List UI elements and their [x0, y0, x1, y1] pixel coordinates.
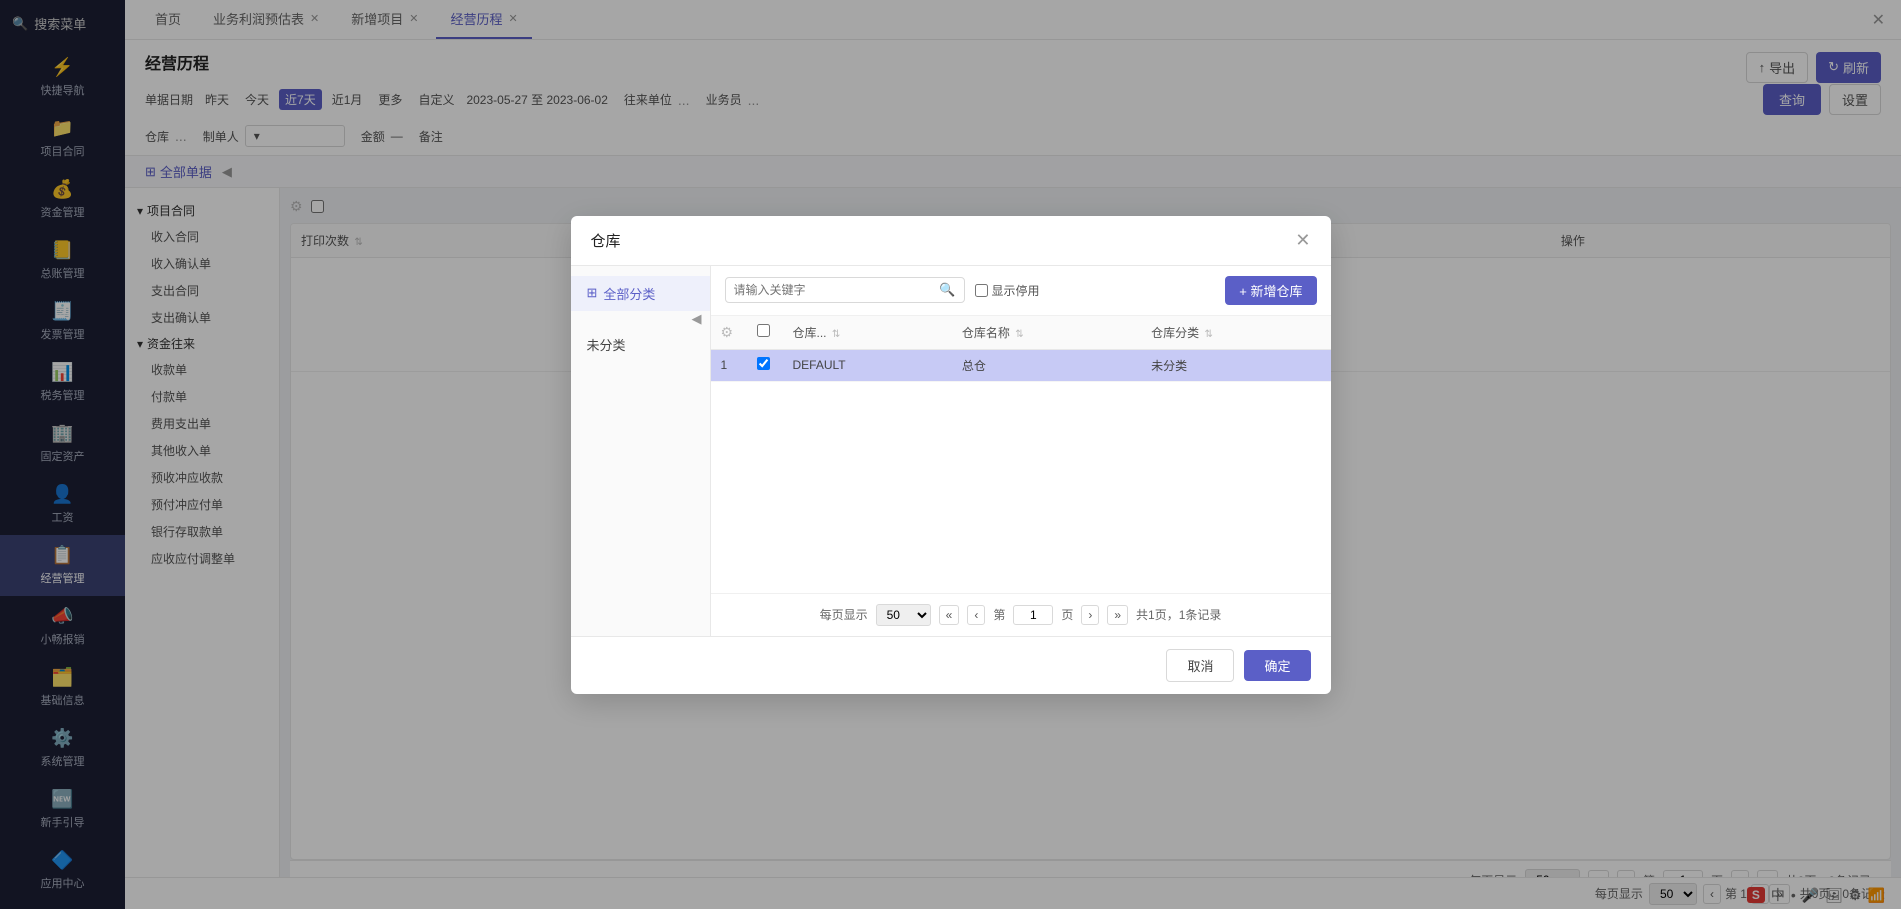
- modal-close-button[interactable]: ✕: [1295, 231, 1310, 249]
- modal-search-icon: 🔍: [939, 282, 955, 298]
- modal-page-label-pre: 第: [993, 606, 1005, 623]
- modal-left-scroll: ⊞ 全部分类 ◀ 未分类: [571, 276, 710, 362]
- warehouse-modal: 仓库 ✕ ⊞ 全部分类 ◀ 未分类: [571, 216, 1331, 694]
- modal-select-all-checkbox[interactable]: [757, 324, 770, 337]
- modal-next-page-btn[interactable]: ›: [1081, 605, 1099, 625]
- cancel-button[interactable]: 取消: [1166, 649, 1234, 682]
- modal-total-label: 共1页，1条记录: [1136, 606, 1221, 623]
- show-disabled-label: 显示停用: [975, 282, 1040, 299]
- add-warehouse-button[interactable]: + 新增仓库: [1225, 276, 1316, 305]
- col-gear: ⚙: [711, 316, 747, 350]
- row-checkbox: [747, 349, 783, 381]
- modal-table: ⚙ 仓库... ⇅ 仓库名称: [711, 316, 1331, 382]
- modal-page-number-input[interactable]: [1013, 605, 1053, 625]
- col-name: 仓库名称 ⇅: [952, 316, 1141, 350]
- modal-header: 仓库 ✕: [571, 216, 1331, 266]
- col-checkbox-header: [747, 316, 783, 350]
- modal-last-page-btn[interactable]: »: [1107, 605, 1128, 625]
- col-cat-sort: ⇅: [1205, 329, 1213, 340]
- modal-footer-buttons: 取消 确定: [571, 636, 1331, 694]
- col-category: 仓库分类 ⇅: [1141, 316, 1330, 350]
- row-code: DEFAULT: [783, 349, 952, 381]
- modal-pagination: 每页显示 50 10 20 100 « ‹ 第 页 › » 共1页，1条记录: [711, 593, 1331, 636]
- modal-search-input[interactable]: [734, 283, 934, 297]
- table-row[interactable]: 1 DEFAULT 总仓 未分类: [711, 349, 1331, 381]
- modal-table-area: ⚙ 仓库... ⇅ 仓库名称: [711, 316, 1331, 593]
- modal-title: 仓库: [591, 230, 621, 251]
- show-disabled-checkbox[interactable]: [975, 284, 988, 297]
- modal-table-gear-icon[interactable]: ⚙: [721, 324, 734, 340]
- modal-overlay: 仓库 ✕ ⊞ 全部分类 ◀ 未分类: [0, 0, 1901, 909]
- col-code-sort: ⇅: [832, 329, 840, 340]
- modal-first-page-btn[interactable]: «: [939, 605, 960, 625]
- all-category-icon: ⊞: [587, 285, 598, 301]
- row-select-checkbox[interactable]: [757, 357, 770, 370]
- modal-left-panel: ⊞ 全部分类 ◀ 未分类: [571, 266, 711, 636]
- modal-search-box: 🔍: [725, 277, 965, 303]
- row-name: 总仓: [952, 349, 1141, 381]
- modal-right-panel: 🔍 显示停用 + 新增仓库 ⚙: [711, 266, 1331, 636]
- confirm-button[interactable]: 确定: [1244, 650, 1310, 681]
- modal-toolbar: 🔍 显示停用 + 新增仓库: [711, 266, 1331, 316]
- modal-prev-page-btn[interactable]: ‹: [967, 605, 985, 625]
- modal-page-size-select[interactable]: 50 10 20 100: [876, 604, 931, 626]
- modal-page-label: 页: [1061, 606, 1073, 623]
- col-name-sort: ⇅: [1015, 329, 1023, 340]
- modal-left-all-category[interactable]: ⊞ 全部分类: [571, 276, 710, 311]
- col-code: 仓库... ⇅: [783, 316, 952, 350]
- modal-page-size-label: 每页显示: [820, 606, 868, 623]
- row-category: 未分类: [1141, 349, 1330, 381]
- modal-body: ⊞ 全部分类 ◀ 未分类 🔍: [571, 266, 1331, 636]
- modal-left-uncategorized[interactable]: 未分类: [571, 327, 710, 362]
- row-index: 1: [711, 349, 747, 381]
- collapse-left-icon[interactable]: ◀: [692, 311, 702, 327]
